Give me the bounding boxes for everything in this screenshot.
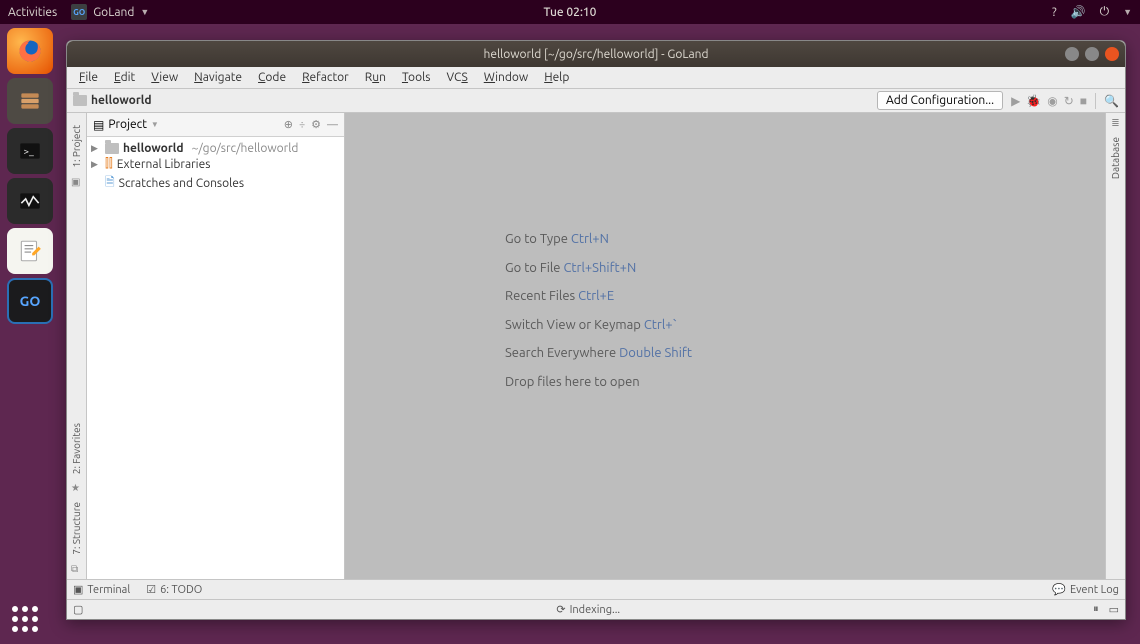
- locate-icon[interactable]: ⊕: [284, 118, 293, 131]
- menu-help[interactable]: Help: [538, 69, 575, 86]
- dock-text-editor[interactable]: [7, 228, 53, 274]
- navigation-bar: helloworld Add Configuration... ▶ 🐞 ◉ ↻ …: [67, 89, 1125, 113]
- menu-file[interactable]: File: [73, 69, 104, 86]
- tab-project[interactable]: 1: Project: [71, 125, 82, 168]
- dock-system-monitor[interactable]: [7, 178, 53, 224]
- menu-navigate[interactable]: Navigate: [188, 69, 248, 86]
- folder-icon: [105, 143, 119, 154]
- show-applications-button[interactable]: [12, 606, 38, 632]
- menu-view[interactable]: View: [145, 69, 184, 86]
- debug-icon[interactable]: 🐞: [1026, 94, 1041, 108]
- project-pane-header: ▤ Project ▼ ⊕ ÷ ⚙ —: [87, 113, 344, 137]
- tab-structure[interactable]: 7: Structure: [71, 502, 82, 555]
- help-icon[interactable]: ?: [1052, 6, 1057, 19]
- clock[interactable]: Tue 02:10: [544, 6, 597, 19]
- launcher-dock: >_ GO: [4, 28, 56, 324]
- event-log-icon: 💬: [1052, 583, 1066, 596]
- folder-icon: [73, 95, 87, 106]
- structure-icon: ⧉: [71, 563, 82, 575]
- bookmark-icon[interactable]: ▣: [71, 176, 82, 188]
- menu-edit[interactable]: Edit: [108, 69, 141, 86]
- editor-hints: Go to Type Ctrl+N Go to File Ctrl+Shift+…: [505, 225, 692, 397]
- todo-icon: ☑: [146, 583, 156, 596]
- gnome-topbar: Activities GO GoLand ▼ Tue 02:10 ? 🔊 ⏻ ▼: [0, 0, 1140, 24]
- status-bar: ▢ ⟳ Indexing... ⏸ ▭: [67, 599, 1125, 619]
- breadcrumb[interactable]: helloworld: [73, 94, 152, 107]
- dock-firefox[interactable]: [7, 28, 53, 74]
- dock-goland[interactable]: GO: [7, 278, 53, 324]
- library-icon: ⫿⫿: [105, 157, 113, 171]
- activities-button[interactable]: Activities: [8, 6, 57, 19]
- minimize-button[interactable]: [1065, 47, 1079, 61]
- database-icon: ≣: [1111, 117, 1119, 129]
- chevron-down-icon[interactable]: ▼: [151, 120, 159, 129]
- tab-database[interactable]: Database: [1110, 137, 1121, 179]
- terminal-icon: ▣: [73, 583, 83, 596]
- menu-bar: File Edit View Navigate Code Refactor Ru…: [67, 67, 1125, 89]
- dock-files[interactable]: [7, 78, 53, 124]
- run-icon[interactable]: ▶: [1011, 94, 1020, 108]
- project-tree[interactable]: ▶ helloworld ~/go/src/helloworld ▶ ⫿⫿ Ex…: [87, 137, 344, 199]
- maximize-button[interactable]: [1085, 47, 1099, 61]
- scratches-icon: 🗎: [105, 173, 115, 194]
- status-indexing: Indexing...: [570, 604, 621, 616]
- status-toggle-icon[interactable]: ▢: [73, 603, 83, 616]
- project-view-icon: ▤: [93, 118, 104, 132]
- project-tool-window: ▤ Project ▼ ⊕ ÷ ⚙ — ▶ helloworld ~/go/sr…: [87, 113, 345, 579]
- stop-icon[interactable]: ■: [1080, 94, 1087, 108]
- tree-root[interactable]: ▶ helloworld ~/go/src/helloworld: [91, 141, 340, 156]
- chevron-down-icon: ▼: [1123, 7, 1132, 17]
- menu-vcs[interactable]: VCS: [440, 69, 473, 86]
- power-icon[interactable]: ⏻: [1100, 5, 1110, 19]
- right-tool-strip: ≣ Database: [1105, 113, 1125, 579]
- volume-icon[interactable]: 🔊: [1071, 5, 1086, 19]
- progress-pause-icon[interactable]: ⏸: [1093, 603, 1099, 616]
- window-titlebar[interactable]: helloworld [~/go/src/helloworld] - GoLan…: [67, 41, 1125, 67]
- close-button[interactable]: [1105, 47, 1119, 61]
- settings-icon[interactable]: ⚙: [311, 118, 321, 131]
- editor-empty-area[interactable]: Go to Type Ctrl+N Go to File Ctrl+Shift+…: [345, 113, 1105, 579]
- tab-terminal[interactable]: ▣ Terminal: [73, 583, 130, 596]
- add-configuration-button[interactable]: Add Configuration...: [877, 91, 1003, 110]
- project-view-selector[interactable]: Project: [108, 118, 147, 131]
- goland-icon: GO: [71, 4, 87, 20]
- profile-icon[interactable]: ↻: [1064, 94, 1074, 108]
- tree-external-libraries[interactable]: ▶ ⫿⫿ External Libraries: [91, 156, 340, 172]
- chevron-down-icon: ▼: [140, 7, 149, 17]
- svg-text:>_: >_: [24, 145, 34, 156]
- tree-scratches[interactable]: 🗎 Scratches and Consoles: [91, 172, 340, 195]
- menu-refactor[interactable]: Refactor: [296, 69, 355, 86]
- search-icon[interactable]: 🔍: [1104, 94, 1119, 108]
- menu-tools[interactable]: Tools: [396, 69, 437, 86]
- collapse-icon[interactable]: ÷: [299, 119, 305, 131]
- expand-arrow-icon[interactable]: ▶: [91, 159, 101, 170]
- goland-window: helloworld [~/go/src/helloworld] - GoLan…: [66, 40, 1126, 620]
- coverage-icon[interactable]: ◉: [1047, 94, 1057, 108]
- tab-todo[interactable]: ☑ 6: TODO: [146, 583, 202, 596]
- dock-terminal[interactable]: >_: [7, 128, 53, 174]
- left-tool-strip: 1: Project ▣ 2: Favorites ★ 7: Structure…: [67, 113, 87, 579]
- hide-icon[interactable]: —: [327, 119, 338, 131]
- window-title: helloworld [~/go/src/helloworld] - GoLan…: [483, 48, 708, 61]
- menu-window[interactable]: Window: [478, 69, 534, 86]
- app-menu[interactable]: GO GoLand ▼: [71, 4, 149, 20]
- tool-window-bar: ▣ Terminal ☑ 6: TODO 💬 Event Log: [67, 579, 1125, 599]
- tab-favorites[interactable]: 2: Favorites: [71, 423, 82, 474]
- star-icon: ★: [71, 482, 82, 494]
- expand-arrow-icon[interactable]: ▶: [91, 143, 101, 154]
- memory-indicator-icon[interactable]: ▭: [1109, 603, 1119, 616]
- menu-code[interactable]: Code: [252, 69, 292, 86]
- tab-event-log[interactable]: 💬 Event Log: [1052, 583, 1119, 596]
- spinner-icon: ⟳: [556, 603, 565, 616]
- menu-run[interactable]: Run: [359, 69, 392, 86]
